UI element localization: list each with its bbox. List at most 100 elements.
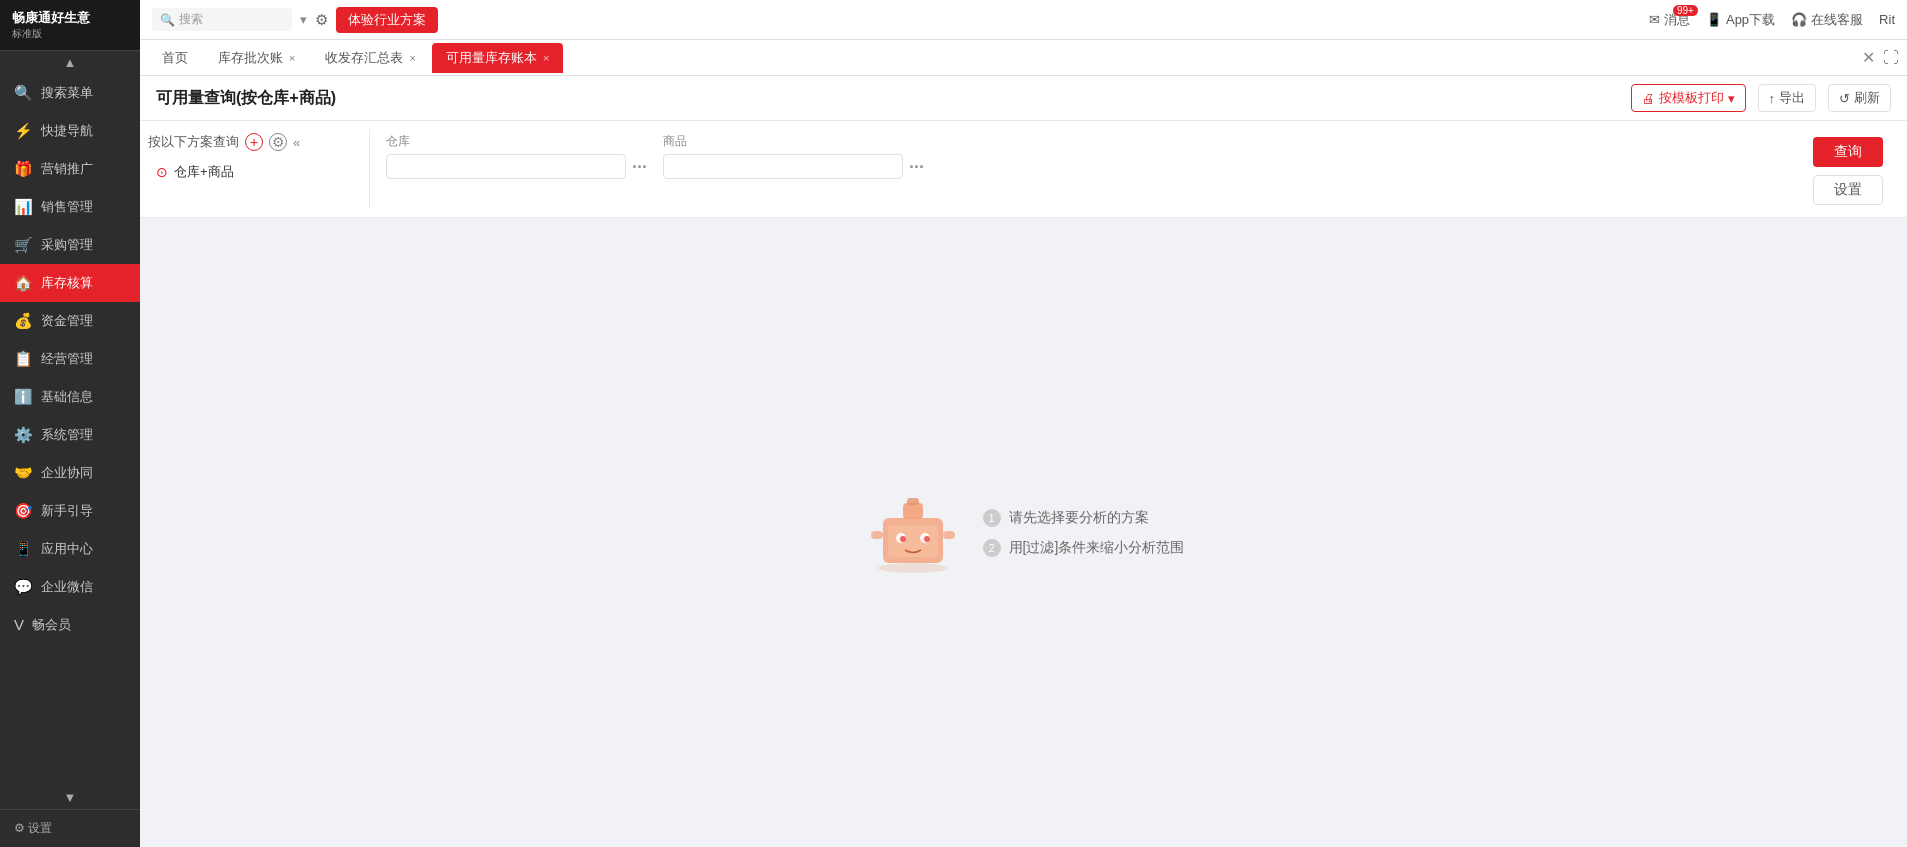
tab-home-label: 首页: [162, 49, 188, 67]
user-info[interactable]: Rit: [1879, 12, 1895, 27]
scheme-icon: ⊙: [156, 164, 168, 180]
sidebar-settings[interactable]: ⚙ 设置: [0, 809, 140, 847]
sidebar-icon-7: 📋: [14, 350, 33, 368]
warehouse-input-row: ···: [386, 154, 647, 179]
sidebar-label-6: 资金管理: [41, 312, 93, 330]
topbar-search-box[interactable]: 🔍 搜索: [152, 8, 292, 31]
sidebar-item-8[interactable]: ℹ️基础信息: [0, 378, 140, 416]
app-download-btn[interactable]: 📱 App下载: [1706, 11, 1775, 29]
close-all-tabs-btn[interactable]: ✕: [1862, 48, 1875, 67]
filter-settings-btn[interactable]: 设置: [1813, 175, 1883, 205]
warehouse-label: 仓库: [386, 133, 647, 150]
tabbar-right: ✕ ⛶: [1862, 48, 1899, 67]
topbar: 🔍 搜索 ▾ ⚙ 体验行业方案 ✉ 消息 99+ 📱 App下载 🎧 在线客服 …: [140, 0, 1907, 40]
tab-available-stock-close[interactable]: ×: [543, 52, 549, 64]
industry-btn[interactable]: 体验行业方案: [336, 7, 438, 33]
tip-text-2: 用[过滤]条件来缩小分析范围: [1009, 539, 1185, 557]
tip-num-2: 2: [983, 539, 1001, 557]
filter-action-btns: 查询 设置: [1813, 133, 1891, 205]
main-area: 🔍 搜索 ▾ ⚙ 体验行业方案 ✉ 消息 99+ 📱 App下载 🎧 在线客服 …: [140, 0, 1907, 847]
edit-scheme-btn[interactable]: ⚙: [269, 133, 287, 151]
sidebar-item-0[interactable]: 🔍 搜索菜单: [0, 74, 140, 112]
sidebar-item-6[interactable]: 💰 资金管理: [0, 302, 140, 340]
svg-rect-7: [907, 498, 919, 505]
tab-batch-account-close[interactable]: ×: [289, 52, 295, 64]
goods-input[interactable]: [663, 154, 903, 179]
sidebar-nav: 🔍 搜索菜单 ⚡快捷导航 🎁 营销推广 📊销售管理🛒采购管理🏠库存核算 💰 资金管理 📋经营管理…: [0, 74, 140, 786]
sidebar-item-9[interactable]: ⚙️ 系统管理: [0, 416, 140, 454]
page-title: 可用量查询(按仓库+商品): [156, 88, 336, 109]
sidebar-label-12: 应用中心: [41, 540, 93, 558]
username: Rit: [1879, 12, 1895, 27]
warehouse-input[interactable]: [386, 154, 626, 179]
warehouse-more-btn[interactable]: ···: [632, 158, 647, 176]
tab-summary-close[interactable]: ×: [409, 52, 415, 64]
expand-btn[interactable]: ⛶: [1883, 49, 1899, 67]
tab-batch-account[interactable]: 库存批次账 ×: [204, 43, 309, 73]
app-version: 标准版: [12, 27, 128, 40]
tip-num-1: 1: [983, 509, 1001, 527]
query-btn[interactable]: 查询: [1813, 137, 1883, 167]
scheme-item-warehouse-goods[interactable]: ⊙ 仓库+商品: [148, 157, 361, 187]
refresh-btn[interactable]: ↺ 刷新: [1828, 84, 1891, 112]
sidebar-label-0: 搜索菜单: [41, 84, 93, 102]
topbar-right-actions: ✉ 消息 99+ 📱 App下载 🎧 在线客服 Rit: [1649, 11, 1895, 29]
sidebar-item-12[interactable]: 📱 应用中心: [0, 530, 140, 568]
tab-home[interactable]: 首页: [148, 43, 202, 73]
sidebar-item-7[interactable]: 📋经营管理: [0, 340, 140, 378]
goods-more-btn[interactable]: ···: [909, 158, 924, 176]
sidebar-icon-9: ⚙️: [14, 426, 33, 444]
sidebar-item-2[interactable]: 🎁 营销推广: [0, 150, 140, 188]
message-btn[interactable]: ✉ 消息 99+: [1649, 11, 1690, 29]
sidebar-label-11: 新手引导: [41, 502, 93, 520]
sidebar-item-11[interactable]: 🎯新手引导: [0, 492, 140, 530]
sidebar: 畅康通好生意 标准版 ▲ 🔍 搜索菜单 ⚡快捷导航 🎁 营销推广 📊销售管理🛒采购管理🏠库…: [0, 0, 140, 847]
print-btn[interactable]: 🖨 按模板打印 ▾: [1631, 84, 1746, 112]
goods-filter-field: 商品 ···: [663, 133, 924, 179]
gear-icon[interactable]: ⚙: [315, 11, 328, 29]
tab-summary[interactable]: 收发存汇总表 ×: [311, 43, 429, 73]
tip-text-1: 请先选择要分析的方案: [1009, 509, 1149, 527]
sidebar-icon-5: 🏠: [14, 274, 33, 292]
topbar-dropdown-arrow[interactable]: ▾: [300, 12, 307, 27]
export-icon: ↑: [1769, 91, 1776, 106]
sidebar-label-2: 营销推广: [41, 160, 93, 178]
svg-point-10: [878, 563, 948, 573]
svg-rect-8: [871, 531, 883, 539]
page-content: 可用量查询(按仓库+商品) 🖨 按模板打印 ▾ ↑ 导出 ↺ 刷新: [140, 76, 1907, 847]
sidebar-scroll-up[interactable]: ▲: [0, 51, 140, 74]
print-dropdown-icon[interactable]: ▾: [1728, 91, 1735, 106]
support-icon: 🎧: [1791, 12, 1807, 27]
empty-state: 1 请先选择要分析的方案 2 用[过滤]条件来缩小分析范围: [140, 218, 1907, 847]
sidebar-icon-14: V: [14, 616, 24, 633]
sidebar-icon-12: 📱: [14, 540, 33, 558]
sidebar-label-9: 系统管理: [41, 426, 93, 444]
filter-fields: 仓库 ··· 商品 ··· 查询 设置: [370, 129, 1907, 209]
sidebar-item-3[interactable]: 📊销售管理: [0, 188, 140, 226]
collapse-panel-btn[interactable]: «: [293, 135, 300, 150]
scheme-label: 按以下方案查询: [148, 133, 239, 151]
svg-rect-6: [903, 503, 923, 519]
add-scheme-btn[interactable]: +: [245, 133, 263, 151]
sidebar-item-1[interactable]: ⚡快捷导航: [0, 112, 140, 150]
tip-item-1: 1 请先选择要分析的方案: [983, 509, 1185, 527]
sidebar-icon-2: 🎁: [14, 160, 33, 178]
sidebar-label-10: 企业协同: [41, 464, 93, 482]
tab-available-stock[interactable]: 可用量库存账本 ×: [432, 43, 563, 73]
sidebar-item-4[interactable]: 🛒采购管理: [0, 226, 140, 264]
sidebar-item-13[interactable]: 💬企业微信: [0, 568, 140, 606]
online-support-btn[interactable]: 🎧 在线客服: [1791, 11, 1863, 29]
sidebar-item-14[interactable]: V畅会员: [0, 606, 140, 644]
app-name: 畅康通好生意: [12, 10, 128, 27]
empty-tips: 1 请先选择要分析的方案 2 用[过滤]条件来缩小分析范围: [983, 509, 1185, 557]
export-btn[interactable]: ↑ 导出: [1758, 84, 1817, 112]
sidebar-scroll-down[interactable]: ▼: [0, 786, 140, 809]
search-icon: 🔍: [160, 13, 175, 27]
sidebar-item-5[interactable]: 🏠库存核算: [0, 264, 140, 302]
sidebar-icon-6: 💰: [14, 312, 33, 330]
search-placeholder: 搜索: [179, 11, 203, 28]
sidebar-icon-3: 📊: [14, 198, 33, 216]
sidebar-item-10[interactable]: 🤝企业协同: [0, 454, 140, 492]
sidebar-icon-0: 🔍: [14, 84, 33, 102]
refresh-label: 刷新: [1854, 89, 1880, 107]
